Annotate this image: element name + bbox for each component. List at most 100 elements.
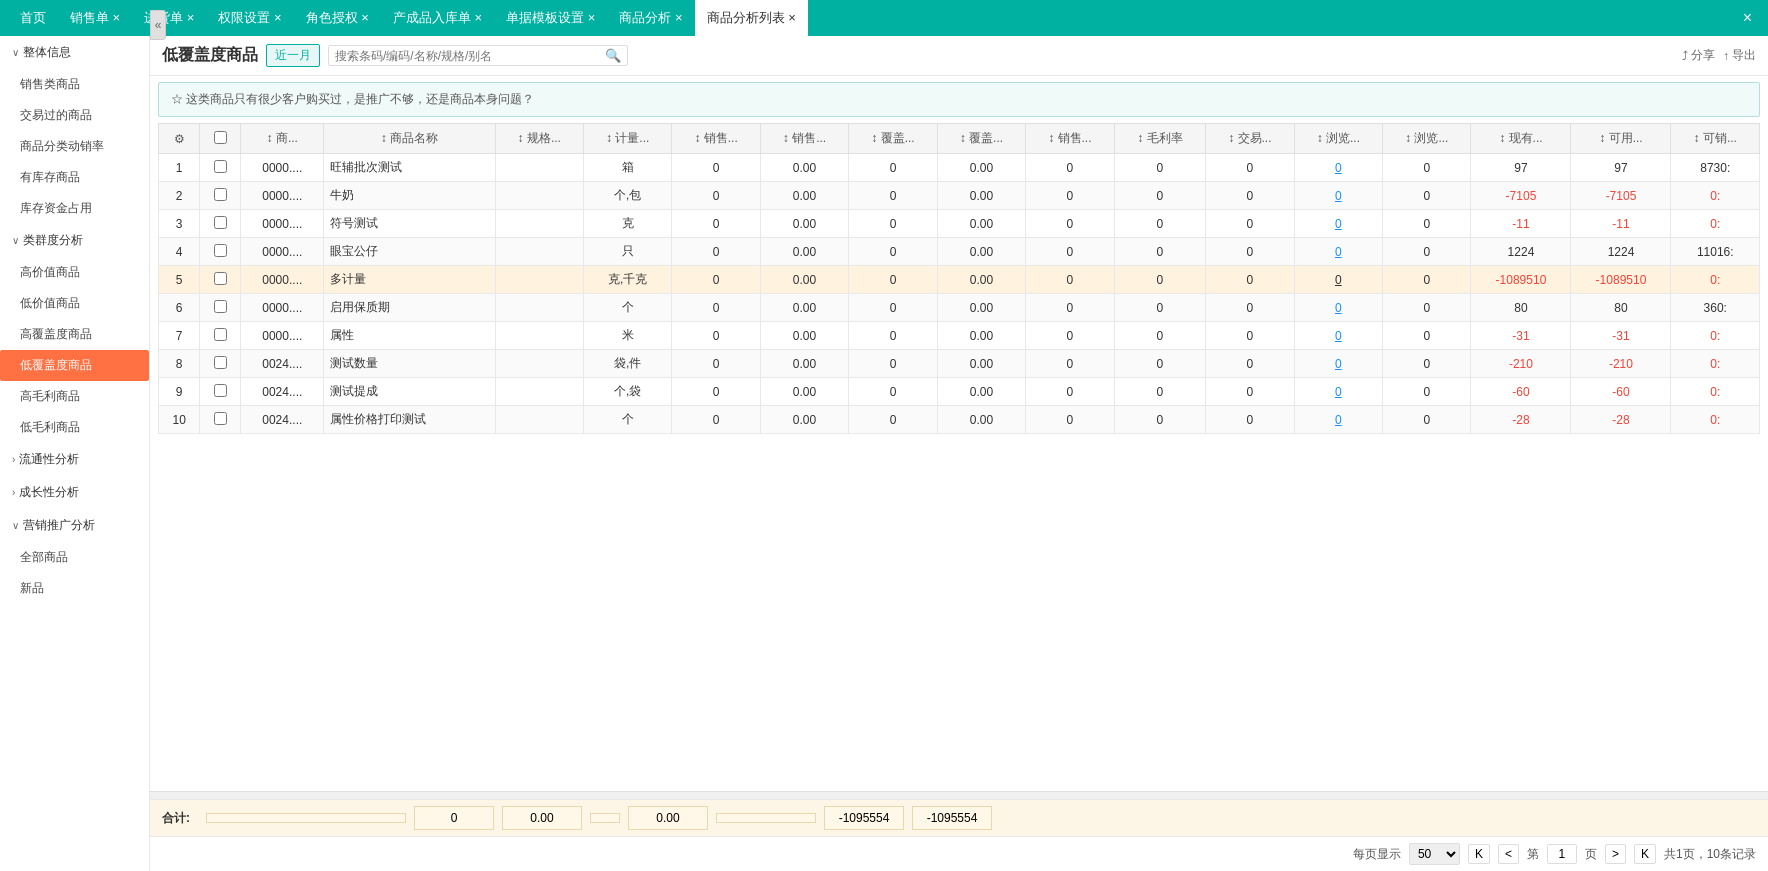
sidebar-item-high-value[interactable]: 高价值商品 bbox=[0, 257, 149, 288]
col-code[interactable]: ↕ 商... bbox=[241, 124, 324, 154]
row-checkbox[interactable] bbox=[200, 182, 241, 210]
row-select-checkbox[interactable] bbox=[214, 188, 227, 201]
row-checkbox[interactable] bbox=[200, 406, 241, 434]
export-button[interactable]: ↑ 导出 bbox=[1723, 47, 1756, 64]
sidebar-item-stocked-goods[interactable]: 有库存商品 bbox=[0, 162, 149, 193]
collapse-icon: « bbox=[155, 18, 162, 32]
row-checkbox[interactable] bbox=[200, 266, 241, 294]
sidebar-item-category-rate[interactable]: 商品分类动销率 bbox=[0, 131, 149, 162]
nav-permissions[interactable]: 权限设置 × bbox=[206, 0, 293, 36]
row-browse1[interactable]: 0 bbox=[1294, 378, 1382, 406]
next-page-button[interactable]: > bbox=[1605, 844, 1626, 864]
sidebar-item-high-coverage[interactable]: 高覆盖度商品 bbox=[0, 319, 149, 350]
prev-page-button[interactable]: < bbox=[1498, 844, 1519, 864]
col-gross-margin[interactable]: ↕ 毛利率 bbox=[1114, 124, 1206, 154]
nav-templates[interactable]: 单据模板设置 × bbox=[494, 0, 607, 36]
sidebar-section-cluster[interactable]: ∨ 类群度分析 bbox=[0, 224, 149, 257]
sidebar-section-overall[interactable]: ∨ 整体信息 bbox=[0, 36, 149, 69]
row-checkbox[interactable] bbox=[200, 350, 241, 378]
col-checkbox[interactable] bbox=[200, 124, 241, 154]
sidebar-item-sales-goods[interactable]: 销售类商品 bbox=[0, 69, 149, 100]
row-sales-amt: 0.00 bbox=[760, 238, 848, 266]
col-coverage2[interactable]: ↕ 覆盖... bbox=[937, 124, 1025, 154]
row-select-checkbox[interactable] bbox=[214, 328, 227, 341]
row-name: 多计量 bbox=[324, 266, 495, 294]
row-browse1[interactable]: 0 bbox=[1294, 406, 1382, 434]
row-checkbox[interactable] bbox=[200, 154, 241, 182]
col-settings[interactable]: ⚙ bbox=[159, 124, 200, 154]
row-browse1[interactable]: 0 bbox=[1294, 210, 1382, 238]
row-browse1[interactable]: 0 bbox=[1294, 266, 1382, 294]
current-page-input[interactable] bbox=[1547, 844, 1577, 864]
nav-products[interactable]: 产成品入库单 × bbox=[381, 0, 494, 36]
nav-purchase[interactable]: 进货单 × bbox=[132, 0, 206, 36]
row-browse1[interactable]: 0 bbox=[1294, 322, 1382, 350]
sidebar-item-stock-capital[interactable]: 库存资金占用 bbox=[0, 193, 149, 224]
search-icon[interactable]: 🔍 bbox=[605, 48, 621, 63]
share-button[interactable]: ⤴ 分享 bbox=[1682, 47, 1715, 64]
col-available-stock[interactable]: ↕ 可用... bbox=[1571, 124, 1671, 154]
row-select-checkbox[interactable] bbox=[214, 356, 227, 369]
col-current-stock[interactable]: ↕ 现有... bbox=[1471, 124, 1571, 154]
last-page-button[interactable]: K bbox=[1634, 844, 1656, 864]
window-close-button[interactable]: × bbox=[1735, 9, 1760, 27]
col-spec[interactable]: ↕ 规格... bbox=[495, 124, 583, 154]
sidebar-item-low-margin[interactable]: 低毛利商品 bbox=[0, 412, 149, 443]
nav-analysis-list[interactable]: 商品分析列表 × bbox=[695, 0, 808, 36]
select-all-checkbox[interactable] bbox=[214, 131, 227, 144]
nav-home[interactable]: 首页 bbox=[8, 0, 58, 36]
sidebar-item-new-goods[interactable]: 新品 bbox=[0, 573, 149, 604]
sidebar-item-high-margin[interactable]: 高毛利商品 bbox=[0, 381, 149, 412]
col-coverage1[interactable]: ↕ 覆盖... bbox=[849, 124, 937, 154]
sidebar-section-marketing[interactable]: ∨ 营销推广分析 bbox=[0, 509, 149, 542]
main-layout: ∨ 整体信息 销售类商品 交易过的商品 商品分类动销率 有库存商品 库存资金占用… bbox=[0, 36, 1768, 871]
col-saleable[interactable]: ↕ 可销... bbox=[1671, 124, 1760, 154]
row-checkbox[interactable] bbox=[200, 210, 241, 238]
sidebar-item-traded-goods[interactable]: 交易过的商品 bbox=[0, 100, 149, 131]
row-checkbox[interactable] bbox=[200, 238, 241, 266]
row-select-checkbox[interactable] bbox=[214, 216, 227, 229]
filter-period-button[interactable]: 近一月 bbox=[266, 44, 320, 67]
row-code: 0000.... bbox=[241, 322, 324, 350]
first-page-button[interactable]: K bbox=[1468, 844, 1490, 864]
footer-label: 合计: bbox=[162, 810, 190, 827]
col-sales-other[interactable]: ↕ 销售... bbox=[1026, 124, 1114, 154]
col-sales-qty[interactable]: ↕ 销售... bbox=[672, 124, 760, 154]
row-browse1[interactable]: 0 bbox=[1294, 154, 1382, 182]
col-unit[interactable]: ↕ 计量... bbox=[583, 124, 671, 154]
row-browse1[interactable]: 0 bbox=[1294, 350, 1382, 378]
sidebar-section-growth[interactable]: › 成长性分析 bbox=[0, 476, 149, 509]
row-select-checkbox[interactable] bbox=[214, 384, 227, 397]
nav-roles[interactable]: 角色授权 × bbox=[294, 0, 381, 36]
row-checkbox[interactable] bbox=[200, 378, 241, 406]
row-select-checkbox[interactable] bbox=[214, 244, 227, 257]
col-sales-amt[interactable]: ↕ 销售... bbox=[760, 124, 848, 154]
table-row: 3 0000.... 符号测试 克 0 0.00 0 0.00 0 0 0 0 … bbox=[159, 210, 1760, 238]
row-browse1[interactable]: 0 bbox=[1294, 294, 1382, 322]
col-browse2[interactable]: ↕ 浏览... bbox=[1383, 124, 1471, 154]
col-transaction[interactable]: ↕ 交易... bbox=[1206, 124, 1294, 154]
row-checkbox[interactable] bbox=[200, 294, 241, 322]
row-available-stock: 1224 bbox=[1571, 238, 1671, 266]
sidebar-collapse-button[interactable]: « bbox=[150, 10, 166, 40]
row-coverage1: 0 bbox=[849, 378, 937, 406]
sidebar-section-circulation[interactable]: › 流通性分析 bbox=[0, 443, 149, 476]
nav-sales[interactable]: 销售单 × bbox=[58, 0, 132, 36]
col-browse1[interactable]: ↕ 浏览... bbox=[1294, 124, 1382, 154]
row-select-checkbox[interactable] bbox=[214, 412, 227, 425]
row-browse1[interactable]: 0 bbox=[1294, 182, 1382, 210]
col-name[interactable]: ↕ 商品名称 bbox=[324, 124, 495, 154]
row-checkbox[interactable] bbox=[200, 322, 241, 350]
search-input[interactable] bbox=[335, 49, 605, 63]
horizontal-scrollbar[interactable] bbox=[150, 791, 1768, 799]
row-select-checkbox[interactable] bbox=[214, 160, 227, 173]
sidebar-section-cluster-label: 类群度分析 bbox=[23, 232, 83, 249]
row-browse1[interactable]: 0 bbox=[1294, 238, 1382, 266]
sidebar-item-all-goods[interactable]: 全部商品 bbox=[0, 542, 149, 573]
sidebar-item-low-coverage[interactable]: 低覆盖度商品 bbox=[0, 350, 149, 381]
page-size-select[interactable]: 50 100 bbox=[1409, 843, 1460, 865]
row-select-checkbox[interactable] bbox=[214, 272, 227, 285]
nav-analysis[interactable]: 商品分析 × bbox=[607, 0, 694, 36]
row-select-checkbox[interactable] bbox=[214, 300, 227, 313]
sidebar-item-low-value[interactable]: 低价值商品 bbox=[0, 288, 149, 319]
